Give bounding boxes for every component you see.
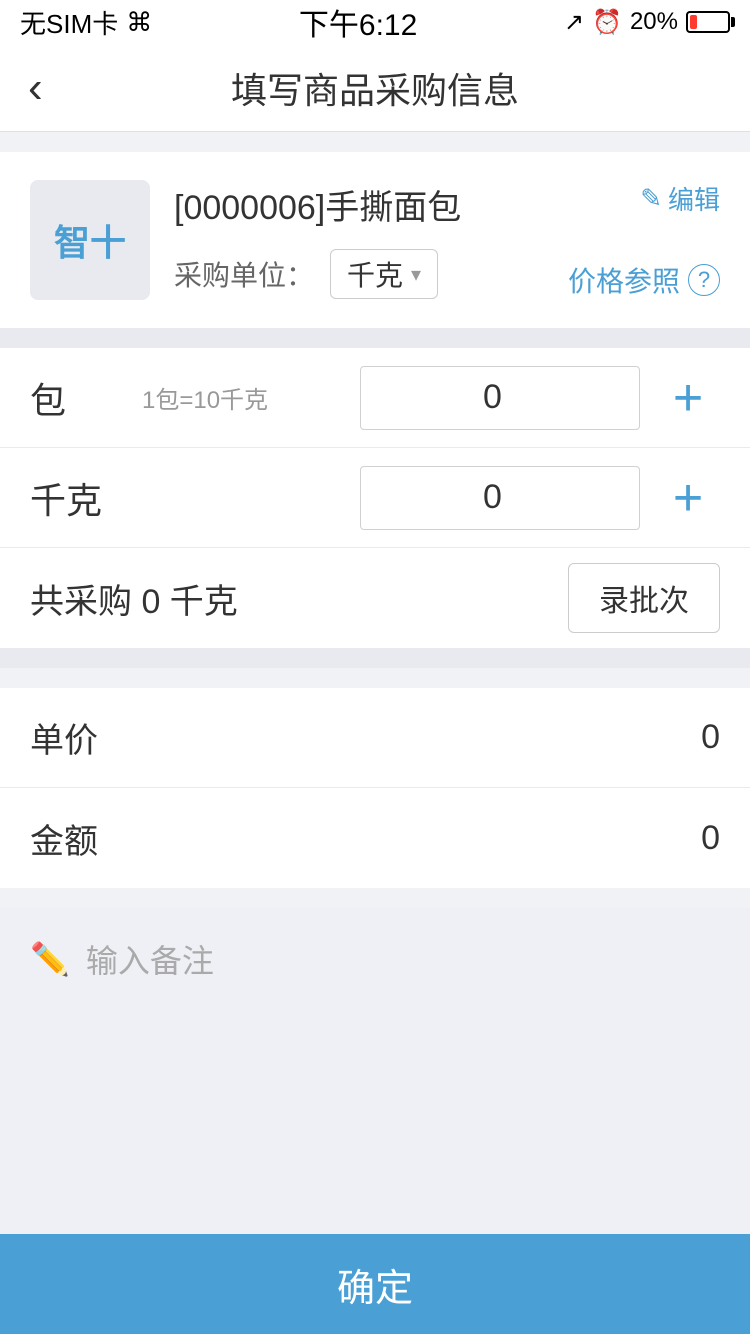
- product-name: [0000006]手撕面包: [174, 180, 720, 229]
- price-ref-label: 价格参照: [568, 260, 680, 300]
- back-button[interactable]: ‹: [28, 66, 43, 110]
- batch-button[interactable]: 录批次: [568, 563, 720, 633]
- alarm-icon: ⏰: [592, 8, 622, 37]
- edit-button[interactable]: ✎ 编辑: [640, 180, 720, 217]
- kg-input-wrap: +: [130, 466, 720, 530]
- note-placeholder: 输入备注: [86, 936, 214, 982]
- bao-input-wrap: +: [268, 366, 720, 430]
- section-divider-2: [0, 648, 750, 668]
- nav-icon: ↗: [564, 8, 584, 37]
- battery-fill: [690, 15, 697, 29]
- note-pencil-icon: ✏️: [30, 940, 70, 978]
- status-bar: 无SIM卡 ⌘ 下午6:12 ↗ ⏰ 20%: [0, 0, 750, 44]
- unit-price-row: 单价 0: [0, 688, 750, 788]
- page-title: 填写商品采购信息: [231, 62, 519, 114]
- bao-plus-button[interactable]: +: [656, 366, 720, 430]
- product-card: 智十 [0000006]手撕面包 采购单位： 千克 ▾ ✎ 编辑 价格参照 ?: [0, 152, 750, 328]
- product-logo: 智十: [54, 214, 126, 266]
- edit-label: 编辑: [668, 180, 720, 217]
- input-section: 包 1包=10千克 + 千克 +: [0, 348, 750, 548]
- price-ref-help-icon[interactable]: ?: [688, 264, 720, 296]
- price-ref-button[interactable]: 价格参照 ?: [568, 260, 720, 300]
- edit-pencil-icon: ✎: [640, 183, 662, 214]
- price-section: 单价 0 金额 0: [0, 688, 750, 888]
- status-time: 下午6:12: [299, 0, 417, 44]
- battery-percent: 20%: [630, 8, 678, 36]
- wifi-icon: ⌘: [126, 7, 152, 38]
- summary-row: 共采购 0 千克 录批次: [0, 548, 750, 648]
- confirm-button[interactable]: 确定: [0, 1234, 750, 1334]
- carrier-text: 无SIM卡: [20, 4, 118, 41]
- note-section[interactable]: ✏️ 输入备注: [0, 908, 750, 1010]
- kg-input-row: 千克 +: [0, 448, 750, 548]
- amount-row: 金额 0: [0, 788, 750, 888]
- unit-price-value: 0: [701, 718, 720, 757]
- status-right: ↗ ⏰ 20%: [564, 8, 730, 37]
- unit-price-label: 单价: [30, 713, 98, 762]
- kg-input[interactable]: [360, 466, 640, 530]
- bao-sublabel: 1包=10千克: [142, 380, 268, 415]
- unit-arrow-icon: ▾: [411, 262, 421, 287]
- unit-label: 采购单位：: [174, 254, 314, 294]
- product-image: 智十: [30, 180, 150, 300]
- battery-icon: [686, 11, 730, 33]
- bao-input[interactable]: [360, 366, 640, 430]
- status-left: 无SIM卡 ⌘: [20, 4, 152, 41]
- unit-selector[interactable]: 千克 ▾: [330, 249, 438, 299]
- bao-input-row: 包 1包=10千克 +: [0, 348, 750, 448]
- section-divider-1: [0, 328, 750, 348]
- kg-label: 千克: [30, 472, 130, 524]
- bao-label: 包: [30, 372, 130, 424]
- summary-text: 共采购 0 千克: [30, 574, 238, 623]
- amount-label: 金额: [30, 814, 98, 863]
- amount-value: 0: [701, 819, 720, 858]
- kg-plus-button[interactable]: +: [656, 466, 720, 530]
- unit-value: 千克: [347, 254, 403, 294]
- nav-bar: ‹ 填写商品采购信息: [0, 44, 750, 132]
